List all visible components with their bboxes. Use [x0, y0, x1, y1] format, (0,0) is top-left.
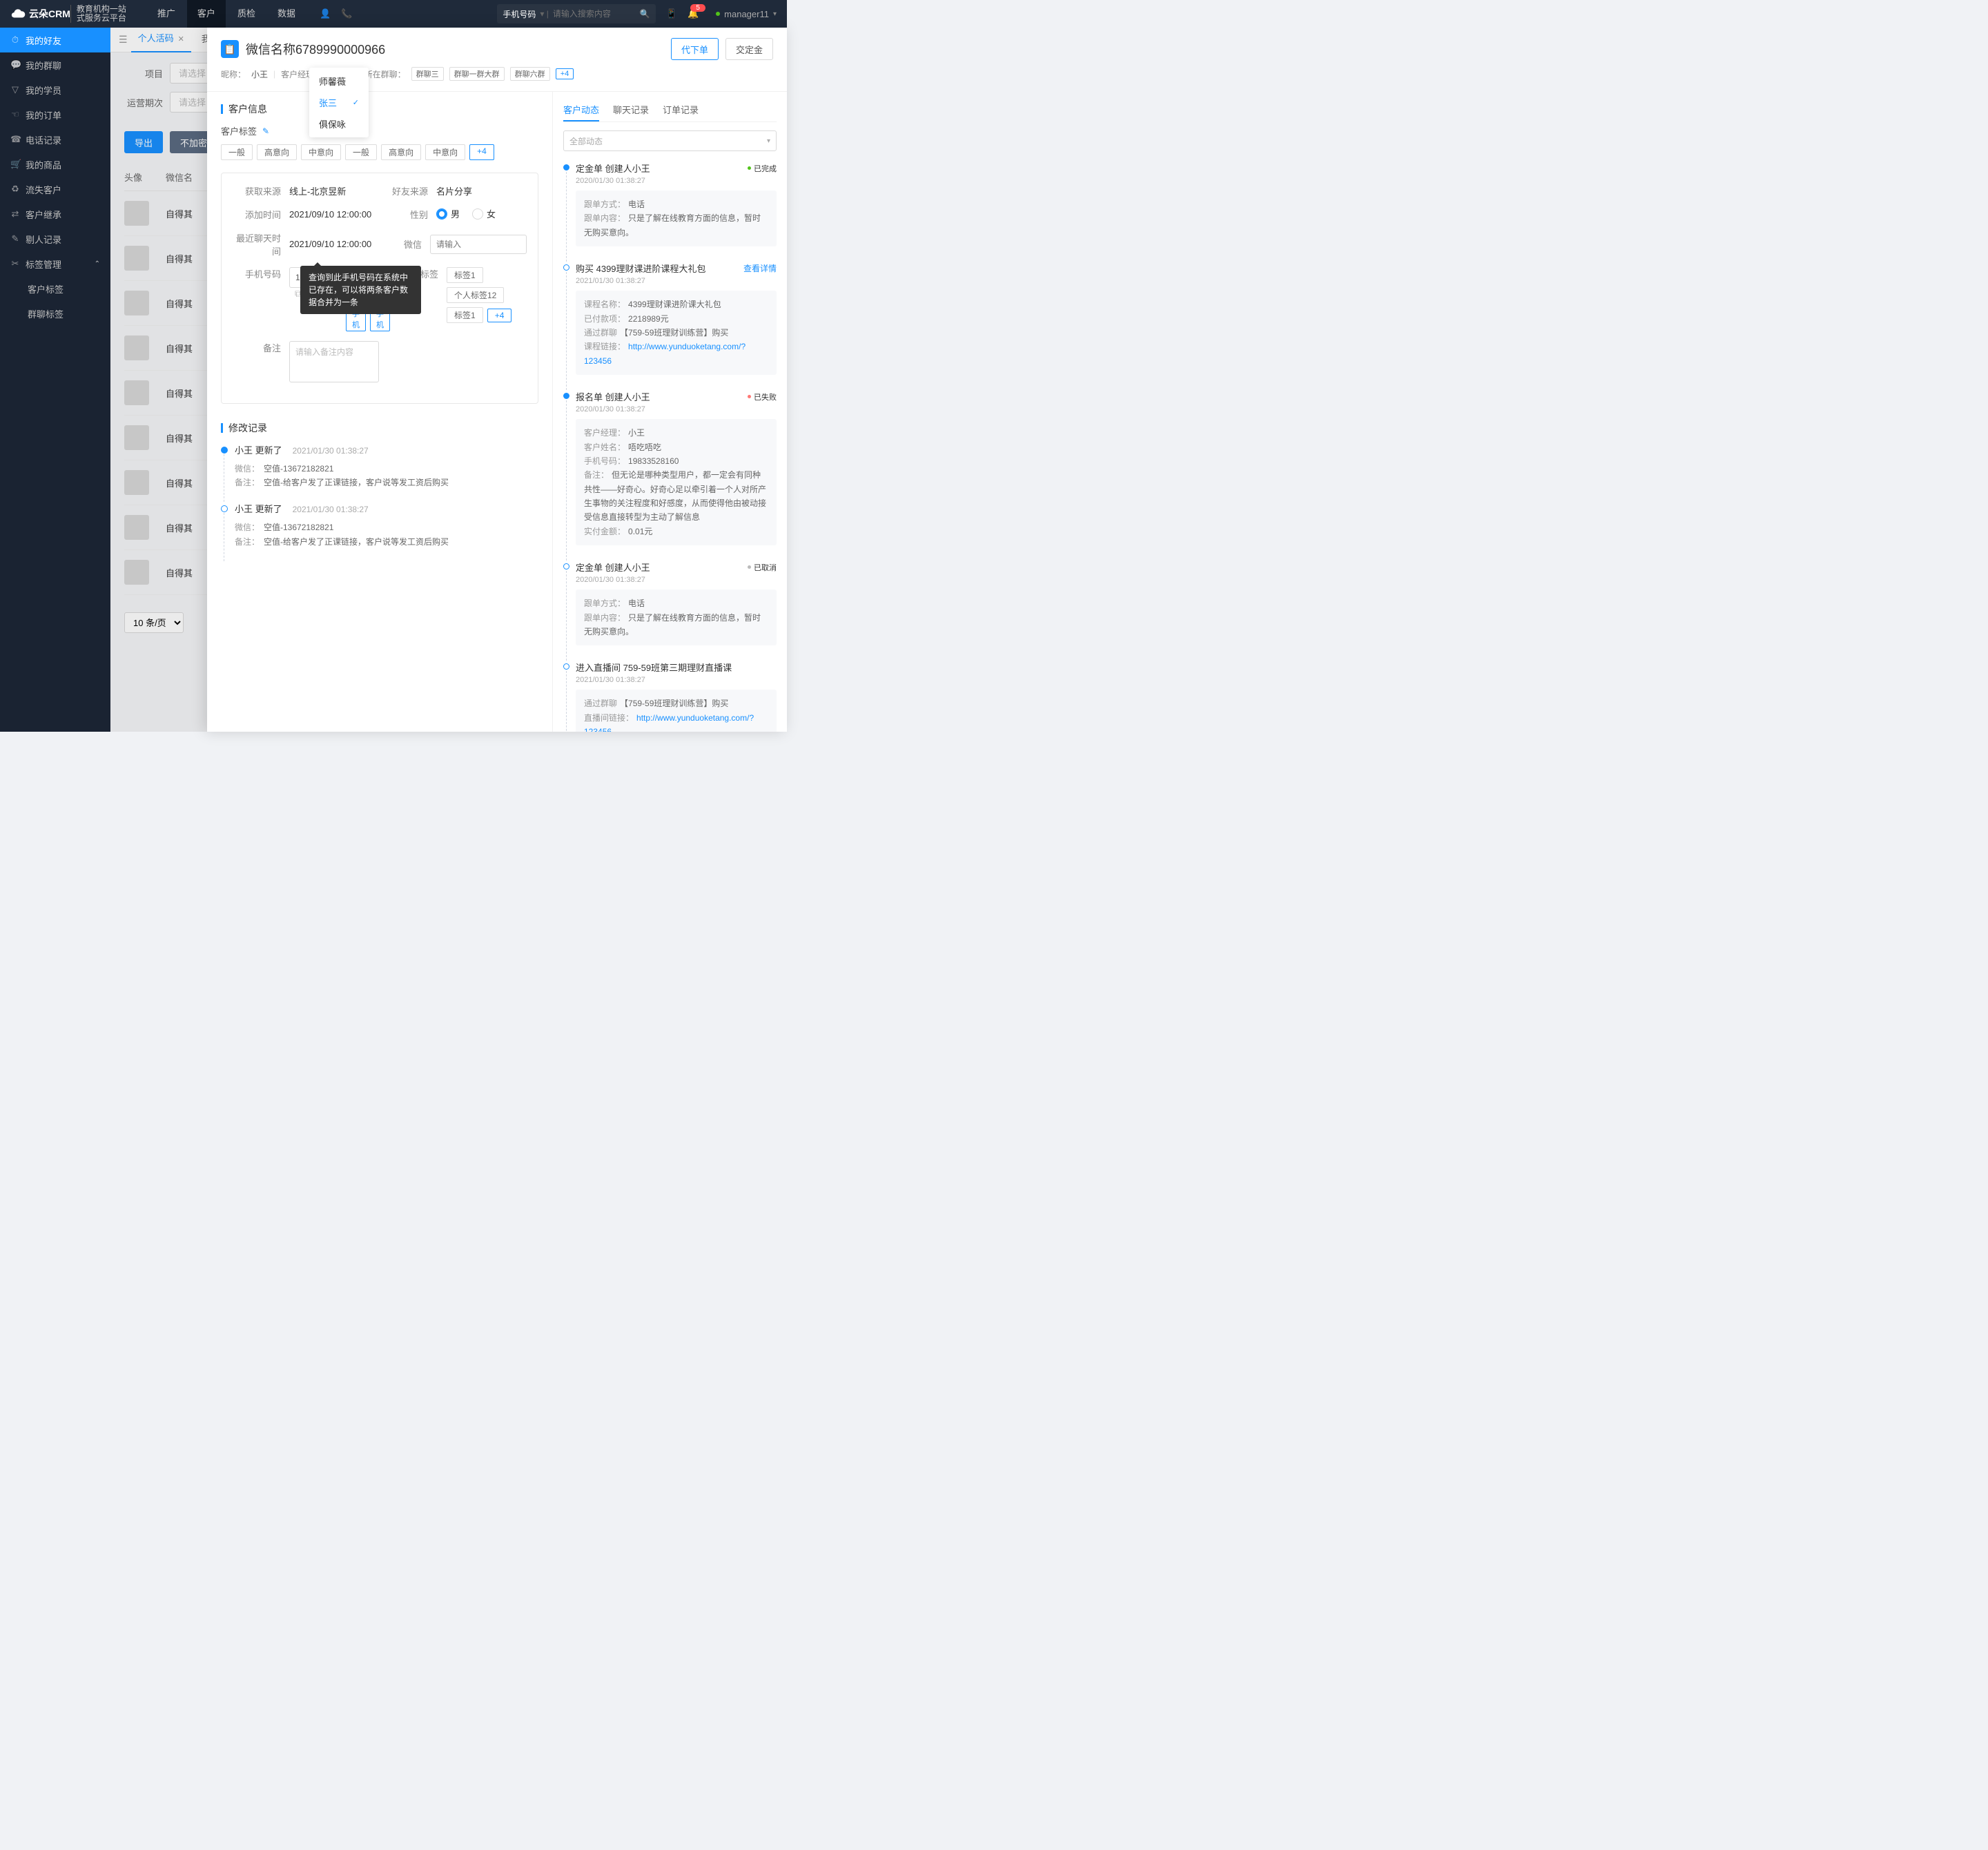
customer-tag[interactable]: 中意向 [425, 144, 465, 160]
search-icon[interactable]: 🔍 [640, 9, 650, 19]
dropdown-opt[interactable]: 师馨薇 [309, 70, 369, 92]
sidebar-item[interactable]: ☜我的订单 [0, 102, 110, 127]
group-tag[interactable]: 群聊六群 [510, 67, 550, 81]
sidebar-item[interactable]: ⏱我的好友 [0, 28, 110, 52]
dropdown-opt[interactable]: 俱保咏 [309, 113, 369, 135]
search-type-select[interactable]: 手机号码 [503, 8, 536, 20]
sidebar-item[interactable]: ♻流失客户 [0, 177, 110, 202]
logo: 云朵CRM 教育机构一站 式服务云平台 [10, 5, 126, 23]
activity-item: 进入直播间 759-59班第三期理财直播课2021/01/30 01:38:27… [563, 661, 777, 732]
section-mod-records: 修改记录 [221, 421, 538, 435]
radio-female[interactable]: 女 [472, 207, 496, 220]
personal-tag[interactable]: +4 [487, 309, 512, 322]
sidebar-item[interactable]: 客户标签 [0, 276, 110, 301]
activity-filter[interactable]: 全部动态▾ [563, 130, 777, 151]
user-menu[interactable]: manager11▾ [716, 9, 777, 19]
sidebar-item[interactable]: ✂标签管理⌃ [0, 251, 110, 276]
activity-item: 定金单 创建人小王已完成2020/01/30 01:38:27跟单方式：电话跟单… [563, 162, 777, 246]
customer-tag[interactable]: +4 [469, 144, 494, 160]
sidebar-item[interactable]: ✎剔人记录 [0, 226, 110, 251]
customer-tag[interactable]: 高意向 [257, 144, 297, 160]
proxy-order-button[interactable]: 代下单 [671, 38, 719, 60]
search-input[interactable] [553, 9, 636, 19]
customer-drawer: 📋 微信名称6789990000966 代下单 交定金 昵称：小王| 客户经理：… [207, 28, 787, 732]
activity-item: 定金单 创建人小王已取消2020/01/30 01:38:27跟单方式：电话跟单… [563, 561, 777, 645]
customer-tag[interactable]: 一般 [221, 144, 253, 160]
customer-tag[interactable]: 一般 [345, 144, 377, 160]
group-more[interactable]: +4 [556, 68, 574, 79]
activity-item: 报名单 创建人小王已失败2020/01/30 01:38:27客户经理：小王客户… [563, 390, 777, 545]
manager-dropdown-menu: 师馨薇 张三✓ 俱保咏 [309, 68, 369, 137]
sidebar-item[interactable]: ☎电话记录 [0, 127, 110, 152]
dropdown-opt[interactable]: 张三✓ [309, 92, 369, 113]
sidebar-item[interactable]: 群聊标签 [0, 301, 110, 326]
nav-tab-data[interactable]: 数据 [267, 0, 306, 28]
nav-tabs: 推广 客户 质检 数据 [147, 0, 306, 28]
rtab-activity[interactable]: 客户动态 [563, 99, 599, 121]
customer-tag[interactable]: 中意向 [301, 144, 341, 160]
remark-textarea[interactable]: 请输入备注内容 [289, 341, 379, 382]
sidebar: ⏱我的好友💬我的群聊▽我的学员☜我的订单☎电话记录🛒我的商品♻流失客户⇄客户继承… [0, 28, 110, 732]
cloud-icon [10, 6, 26, 21]
search-box: 手机号码▾ | 🔍 [497, 4, 655, 23]
personal-tag[interactable]: 个人标签12 [447, 287, 504, 303]
wechat-input[interactable] [430, 235, 527, 254]
group-tag[interactable]: 群聊一群大群 [449, 67, 505, 81]
user-icon[interactable]: 👤 [320, 8, 331, 19]
activity-item: 购买 4399理财课进阶课程大礼包查看详情2021/01/30 01:38:27… [563, 262, 777, 375]
customer-icon: 📋 [221, 40, 239, 58]
sidebar-item[interactable]: ⇄客户继承 [0, 202, 110, 226]
mod-record: 小王 更新了2021/01/30 01:38:27微信：空值-136721828… [235, 443, 538, 503]
group-tag[interactable]: 群聊三 [411, 67, 444, 81]
view-detail-link[interactable]: 查看详情 [743, 262, 777, 274]
nav-tab-promo[interactable]: 推广 [147, 0, 186, 28]
edit-tags-icon[interactable]: ✎ [262, 126, 269, 136]
phone-tooltip: 查询到此手机号码在系统中已存在，可以将两条客户数据合并为一条 [300, 266, 421, 314]
drawer-title: 微信名称6789990000966 [246, 40, 385, 58]
phone-icon[interactable]: 📞 [341, 8, 352, 19]
nav-tab-qc[interactable]: 质检 [227, 0, 266, 28]
notification-icon[interactable]: 🔔 [688, 8, 699, 19]
radio-male[interactable]: 男 [436, 207, 460, 220]
sidebar-item[interactable]: ▽我的学员 [0, 77, 110, 102]
personal-tag[interactable]: 标签1 [447, 307, 483, 323]
rtab-order[interactable]: 订单记录 [663, 99, 699, 121]
check-icon: ✓ [353, 98, 359, 107]
app-header: 云朵CRM 教育机构一站 式服务云平台 推广 客户 质检 数据 👤 📞 手机号码… [0, 0, 787, 28]
deposit-button[interactable]: 交定金 [725, 38, 773, 60]
sidebar-item[interactable]: 💬我的群聊 [0, 52, 110, 77]
sidebar-item[interactable]: 🛒我的商品 [0, 152, 110, 177]
nav-tab-customer[interactable]: 客户 [187, 0, 226, 28]
mod-record: 小王 更新了2021/01/30 01:38:27微信：空值-136721828… [235, 502, 538, 561]
section-customer-info: 客户信息 [221, 102, 538, 116]
personal-tag[interactable]: 标签1 [447, 267, 483, 283]
customer-tag[interactable]: 高意向 [381, 144, 421, 160]
mobile-icon[interactable]: 📱 [666, 8, 677, 19]
rtab-chat[interactable]: 聊天记录 [613, 99, 649, 121]
